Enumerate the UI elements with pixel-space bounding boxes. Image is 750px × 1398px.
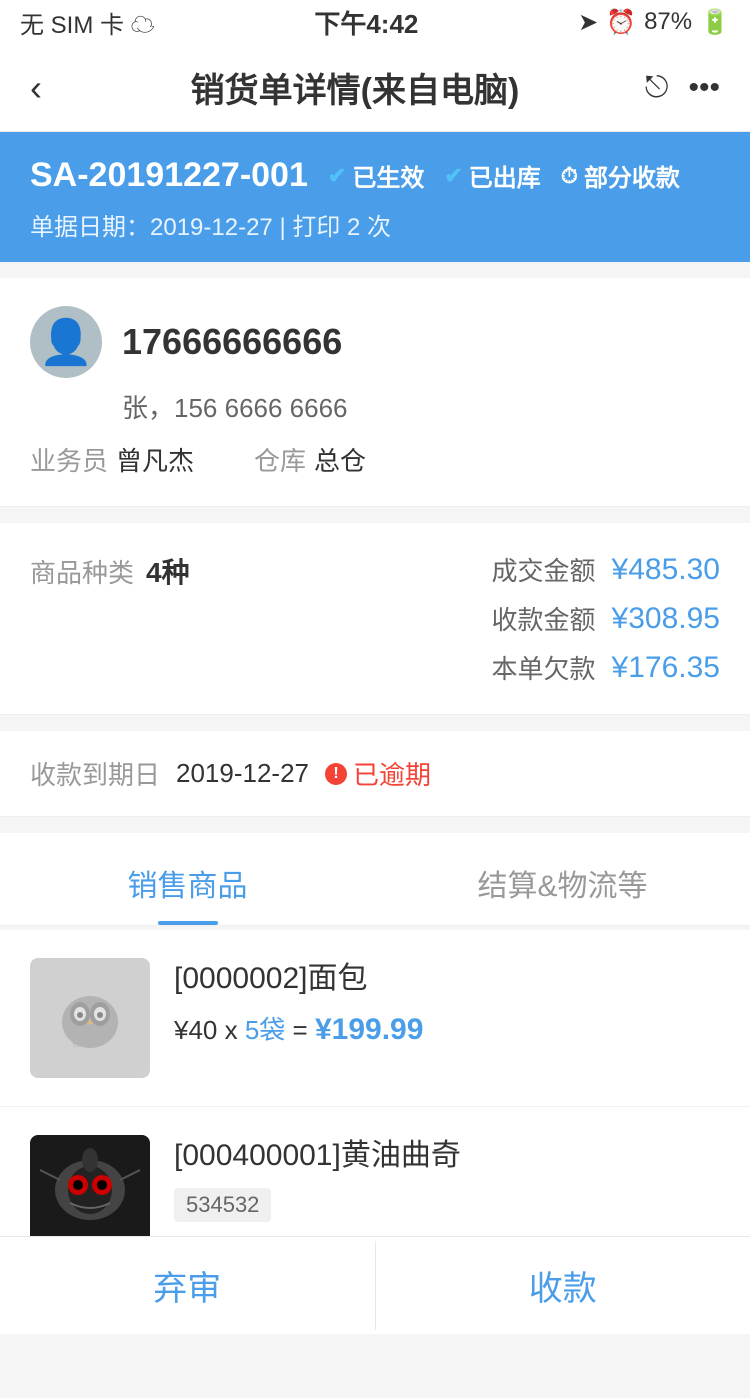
nav-actions: ⎋ •••	[620, 71, 720, 105]
customer-detail: 张，156 6666 6666	[30, 388, 720, 425]
payment-value: ¥308.95	[612, 602, 720, 636]
debt-amount-row: 本单欠款 ¥176.35	[492, 649, 720, 686]
clock-icon: ⏱	[561, 163, 578, 189]
customer-section: 👤 17666666666 张，156 6666 6666 业务员 曾凡杰 仓库…	[0, 278, 750, 507]
overdue-label: 已逾期	[353, 755, 431, 792]
tab-settlement[interactable]: 结算&物流等	[375, 833, 750, 925]
more-icon[interactable]: •••	[688, 71, 720, 105]
order-id-text: SA-20191227-001	[30, 156, 308, 195]
price-total-1: ¥199.99	[315, 1013, 423, 1046]
debt-label: 本单欠款	[492, 649, 596, 686]
tabs-section: 销售商品 结算&物流等	[0, 833, 750, 926]
order-banner: SA-20191227-001 ✔ 已生效 ✔ 已出库 ⏱ 部分收款 单据日期：…	[0, 132, 750, 262]
alarm-icon: ⏰	[606, 8, 636, 37]
status-right: ➤ ⏰ 87% 🔋	[578, 8, 730, 37]
nav-bar: ‹ 销货单详情(来自电脑) ⎋ •••	[0, 44, 750, 132]
product-sku-2: 534532	[174, 1188, 271, 1222]
order-date: 单据日期：2019-12-27	[30, 214, 273, 241]
status-left: 无 SIM 卡 ☁	[20, 5, 155, 40]
check-icon-2: ✔	[444, 163, 462, 189]
order-meta: 单据日期：2019-12-27 | 打印 2 次	[30, 207, 720, 242]
debt-value: ¥176.35	[612, 651, 720, 685]
order-badges: ✔ 已生效 ✔ 已出库 ⏱ 部分收款	[328, 158, 680, 193]
category-value: 4种	[146, 551, 190, 591]
page-title: 销货单详情(来自电脑)	[90, 63, 620, 112]
avatar-icon: 👤	[39, 316, 94, 368]
deal-value: ¥485.30	[612, 553, 720, 587]
status-time: 下午4:42	[314, 4, 418, 41]
back-button[interactable]: ‹	[30, 67, 90, 109]
salesperson-value: 曾凡杰	[116, 441, 194, 478]
order-separator: |	[279, 214, 292, 241]
warehouse-value: 总仓	[314, 441, 366, 478]
customer-id: 17666666666	[122, 321, 342, 363]
battery-status: 87%	[644, 8, 692, 36]
amount-section: 商品种类 4种 成交金额 ¥485.30 收款金额 ¥308.95 本单欠款 ¥…	[0, 523, 750, 715]
avatar: 👤	[30, 306, 102, 378]
price-qty-1: 5袋	[245, 1015, 285, 1045]
sim-status: 无 SIM 卡 ☁	[20, 5, 155, 40]
product-name-2: [000400001]黄油曲奇	[174, 1135, 720, 1177]
salesperson-item: 业务员 曾凡杰	[30, 441, 194, 478]
tab-underline	[158, 921, 218, 925]
collect-payment-button[interactable]: 收款	[376, 1241, 750, 1330]
badge-partial: ⏱ 部分收款	[561, 158, 680, 193]
order-id-row: SA-20191227-001 ✔ 已生效 ✔ 已出库 ⏱ 部分收款	[30, 156, 720, 195]
product-image-1: 兽+	[30, 958, 150, 1078]
product-thumbnail-1: 兽+	[30, 958, 150, 1078]
warehouse-item: 仓库 总仓	[254, 441, 366, 478]
due-section: 收款到期日 2019-12-27 ! 已逾期	[0, 731, 750, 817]
warehouse-label: 仓库	[254, 441, 306, 478]
status-bar: 无 SIM 卡 ☁ 下午4:42 ➤ ⏰ 87% 🔋	[0, 0, 750, 44]
tab-sales-goods[interactable]: 销售商品	[0, 833, 375, 925]
battery-icon: 🔋	[700, 8, 730, 37]
location-icon: ➤	[578, 8, 598, 37]
order-print: 打印 2 次	[292, 214, 391, 241]
payment-amount-row: 收款金额 ¥308.95	[492, 600, 720, 637]
price-eq-1: =	[293, 1015, 315, 1045]
product-name-1: [0000002]面包	[174, 958, 720, 1000]
due-label: 收款到期日	[30, 755, 160, 792]
payment-label: 收款金额	[492, 600, 596, 637]
overdue-badge: ! 已逾期	[325, 755, 431, 792]
svg-text:兽+: 兽+	[72, 1038, 85, 1048]
customer-meta: 业务员 曾凡杰 仓库 总仓	[30, 441, 720, 478]
deal-label: 成交金额	[492, 551, 596, 588]
badge-shipped: ✔ 已出库	[444, 158, 540, 193]
amounts-right: 成交金额 ¥485.30 收款金额 ¥308.95 本单欠款 ¥176.35	[492, 551, 720, 686]
product-price-1: ¥40 x 5袋 = ¥199.99	[174, 1010, 720, 1047]
overdue-dot-icon: !	[325, 763, 347, 785]
badge-effective: ✔ 已生效	[328, 158, 424, 193]
bottom-bar: 弃审 收款	[0, 1236, 750, 1334]
share-icon[interactable]: ⎋	[645, 71, 669, 105]
owl-icon: 兽+	[50, 978, 130, 1058]
table-row: 兽+ [0000002]面包 ¥40 x 5袋 = ¥199.99	[0, 930, 750, 1107]
check-icon-1: ✔	[328, 163, 346, 189]
product-info-1: [0000002]面包 ¥40 x 5袋 = ¥199.99	[174, 958, 720, 1047]
due-date-value: 2019-12-27	[176, 758, 309, 789]
category-info: 商品种类 4种	[30, 551, 492, 591]
customer-row: 👤 17666666666	[30, 306, 720, 378]
cancel-review-button[interactable]: 弃审	[0, 1241, 376, 1330]
price-base-1: ¥40 x	[174, 1015, 245, 1045]
salesperson-label: 业务员	[30, 441, 108, 478]
deal-amount-row: 成交金额 ¥485.30	[492, 551, 720, 588]
category-label: 商品种类	[30, 553, 134, 590]
